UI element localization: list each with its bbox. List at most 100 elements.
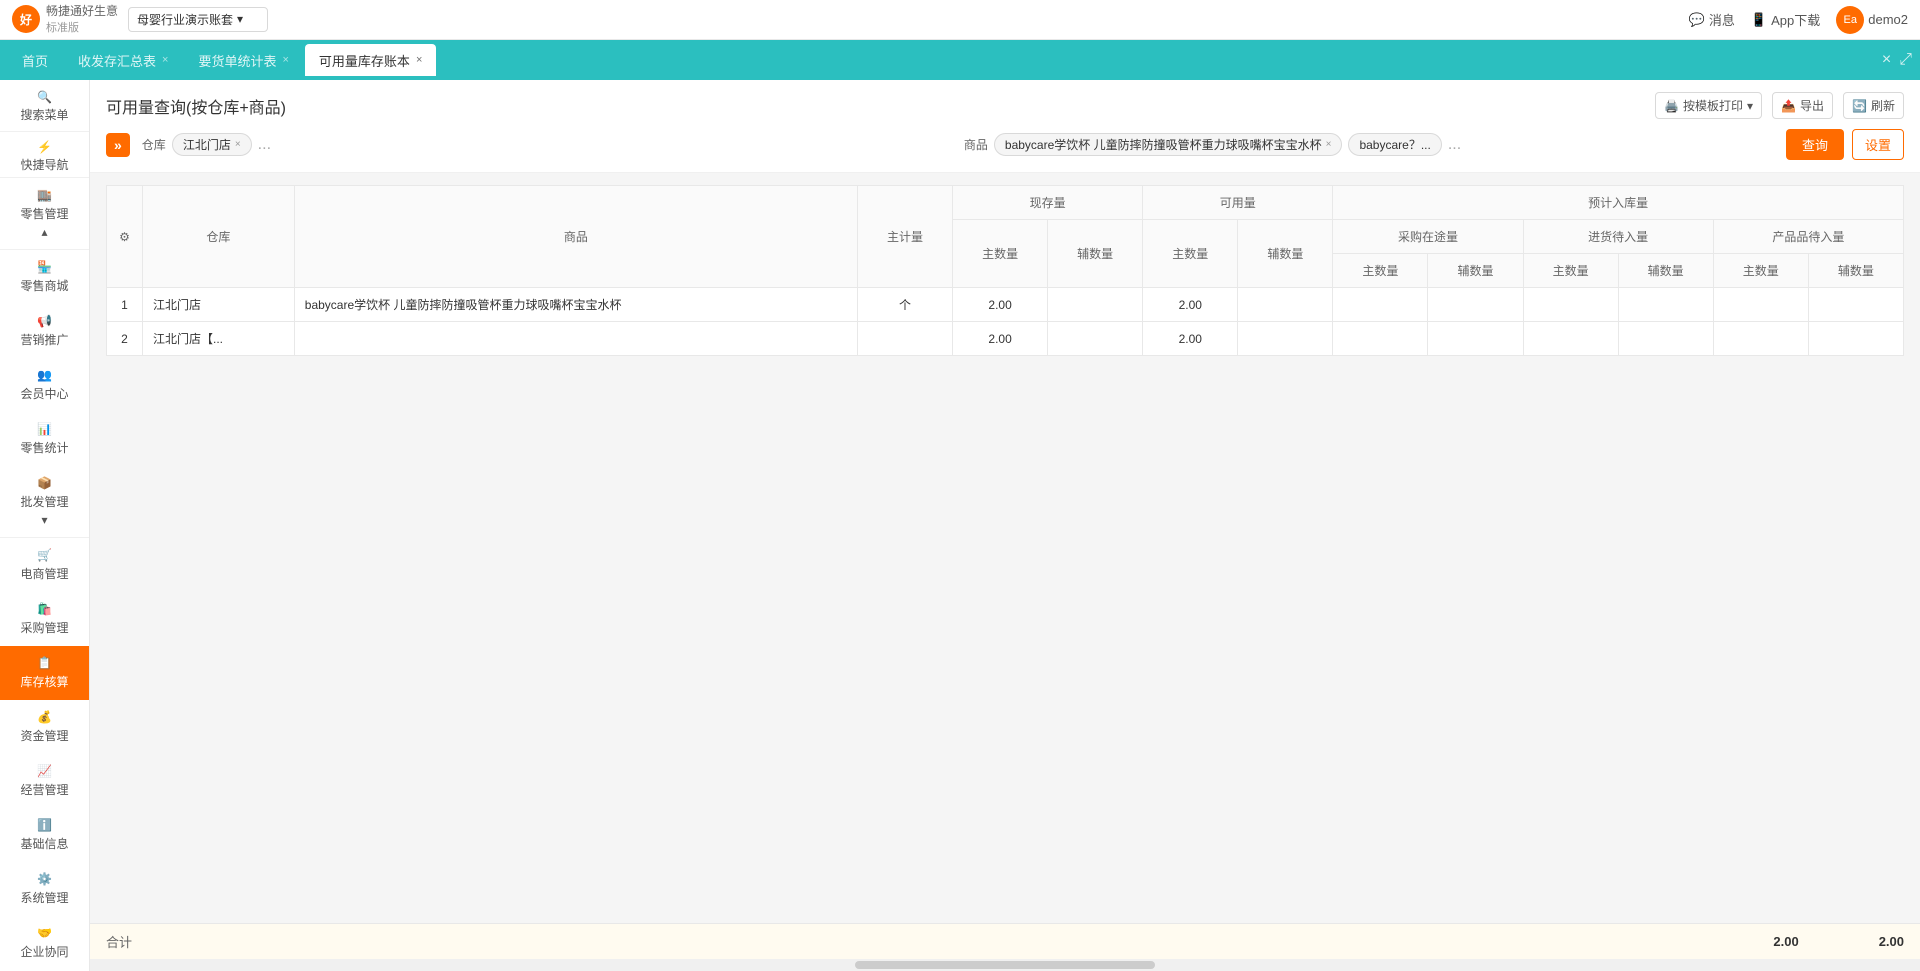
warehouse-tag-jiangbei[interactable]: 江北门店 × — [172, 133, 252, 156]
sidebar-item-retail-mgmt[interactable]: 🏬 零售管理 ▴ — [0, 178, 89, 249]
header-actions: 🖨️ 按模板打印 ▾ 📤 导出 🔄 刷新 — [1655, 92, 1904, 119]
scrollbar-area[interactable] — [90, 959, 1920, 971]
product-tag-babycare2[interactable]: babycare？... — [1348, 133, 1441, 156]
query-btn[interactable]: 查询 — [1786, 129, 1844, 160]
sidebar-enterprise-label: 企业协同 — [20, 943, 68, 960]
page-header: 可用量查询(按仓库+商品) 🖨️ 按模板打印 ▾ 📤 导出 🔄 刷新 — [90, 80, 1920, 119]
tab-home[interactable]: 首页 — [8, 44, 62, 76]
wholesale-icon: 📦 — [37, 476, 52, 490]
row2-current-aux — [1048, 322, 1143, 356]
row2-product — [294, 322, 857, 356]
sidebar-search-btn[interactable]: 🔍 搜索菜单 — [0, 80, 89, 132]
sidebar-item-member[interactable]: 👥 会员中心 — [0, 358, 89, 412]
sidebar-item-inventory[interactable]: 📋 库存核算 — [0, 646, 89, 700]
enterprise-icon: 🤝 — [37, 926, 52, 940]
print-btn[interactable]: 🖨️ 按模板打印 ▾ — [1655, 92, 1762, 119]
sidebar-item-finance[interactable]: 💰 资金管理 — [0, 700, 89, 754]
row1-incoming-aux — [1618, 288, 1713, 322]
sidebar-member-label: 会员中心 — [20, 385, 68, 402]
settings-btn[interactable]: 设置 — [1852, 129, 1904, 160]
row2-production-main — [1713, 322, 1808, 356]
scrollbar-thumb[interactable] — [855, 961, 1155, 969]
sidebar-item-retail-stats[interactable]: 📊 零售统计 — [0, 412, 89, 466]
sidebar-group-wholesale: 📦 批发管理 ▾ — [0, 466, 89, 538]
th-avail-main: 主数量 — [1143, 220, 1238, 288]
sidebar: 🔍 搜索菜单 ⚡ 快捷导航 🏬 零售管理 ▴ 🏪 零售商城 📢 营销推广 👥 会… — [0, 80, 90, 971]
sidebar-item-marketing[interactable]: 📢 营销推广 — [0, 304, 89, 358]
th-warehouse: 仓库 — [143, 186, 295, 288]
sidebar-item-retail-mall[interactable]: 🏪 零售商城 — [0, 250, 89, 304]
sidebar-item-ecommerce[interactable]: 🛒 电商管理 — [0, 538, 89, 592]
tab-order-stats-close[interactable]: × — [282, 54, 288, 66]
finance-icon: 💰 — [37, 710, 52, 724]
product-tag-babycare2-text: babycare？... — [1359, 136, 1430, 153]
tab-receipt-summary-close[interactable]: × — [162, 54, 168, 66]
tab-receipt-summary[interactable]: 收发存汇总表 × — [64, 44, 182, 76]
sidebar-item-enterprise[interactable]: 🤝 企业协同 — [0, 916, 89, 970]
export-btn[interactable]: 📤 导出 — [1772, 92, 1833, 119]
total-avail-main: 2.00 — [1879, 934, 1904, 949]
product-filter-more[interactable]: ... — [1448, 136, 1461, 154]
message-icon: 💬 — [1689, 12, 1705, 28]
warehouse-filter-more[interactable]: ... — [258, 136, 271, 154]
sidebar-wholesale-label: 批发管理 — [20, 493, 68, 510]
product-tag-babycare-close[interactable]: × — [1326, 139, 1332, 150]
filter-actions: 查询 设置 — [1786, 129, 1904, 160]
content-area: 可用量查询(按仓库+商品) 🖨️ 按模板打印 ▾ 📤 导出 🔄 刷新 » — [90, 80, 1920, 971]
sidebar-item-purchase[interactable]: 🛍️ 采购管理 — [0, 592, 89, 646]
th-production-main: 主数量 — [1713, 254, 1808, 288]
inventory-icon: 📋 — [37, 656, 52, 670]
sidebar-item-ops[interactable]: 📈 经营管理 — [0, 754, 89, 808]
tab-fullscreen-btn[interactable]: ⤢ — [1899, 51, 1912, 69]
row1-current-aux — [1048, 288, 1143, 322]
logo-sub-text: 标准版 — [46, 19, 118, 35]
warehouse-filter-group: 仓库 江北门店 × ... — [142, 133, 952, 156]
tab-available-stock-close[interactable]: × — [416, 54, 422, 66]
row2-unit — [857, 322, 952, 356]
sidebar-nav-btn[interactable]: ⚡ 快捷导航 — [0, 132, 89, 178]
account-selector-label: 母婴行业演示账套 — [137, 11, 233, 28]
sidebar-item-system[interactable]: ⚙️ 系统管理 — [0, 862, 89, 916]
logo-text-block: 畅捷通好生意 标准版 — [46, 4, 118, 34]
warehouse-tag-jiangbei-close[interactable]: × — [235, 139, 241, 150]
total-label: 合计 — [106, 932, 246, 951]
tab-available-stock[interactable]: 可用量库存账本 × — [305, 44, 436, 76]
total-current-main: 2.00 — [1773, 934, 1798, 949]
app-download-label: App下载 — [1771, 10, 1820, 29]
export-icon: 📤 — [1781, 99, 1796, 113]
sidebar-purchase-label: 采购管理 — [20, 619, 68, 636]
tab-home-label: 首页 — [22, 51, 48, 70]
th-current-main: 主数量 — [953, 220, 1048, 288]
row1-production-aux — [1808, 288, 1903, 322]
top-bar-right: 💬 消息 📱 App下载 Ea demo2 — [1689, 6, 1908, 34]
product-tag-babycare[interactable]: babycare学饮杯 儿童防摔防撞吸管杯重力球吸嘴杯宝宝水杯 × — [994, 133, 1343, 156]
refresh-btn[interactable]: 🔄 刷新 — [1843, 92, 1904, 119]
print-dropdown-icon: ▾ — [1747, 99, 1753, 113]
sidebar-item-wholesale-mgmt[interactable]: 📦 批发管理 ▾ — [0, 466, 89, 537]
th-incoming: 进货待入量 — [1523, 220, 1713, 254]
tab-order-stats[interactable]: 要货单统计表 × — [184, 44, 302, 76]
tab-bar: 首页 收发存汇总表 × 要货单统计表 × 可用量库存账本 × × ⤢ — [0, 40, 1920, 80]
user-area[interactable]: Ea demo2 — [1836, 6, 1908, 34]
sidebar-item-basic[interactable]: ℹ️ 基础信息 — [0, 808, 89, 862]
tab-close-all-btn[interactable]: × — [1882, 51, 1891, 69]
purchase-icon: 🛍️ — [37, 602, 52, 616]
row2-purchase-aux — [1428, 322, 1523, 356]
tab-available-stock-label: 可用量库存账本 — [319, 51, 410, 70]
sidebar-inventory-label: 库存核算 — [20, 673, 68, 690]
filter-expand-btn[interactable]: » — [106, 133, 130, 157]
product-filter-label: 商品 — [964, 136, 988, 153]
row1-warehouse: 江北门店 — [143, 288, 295, 322]
app-download-btn[interactable]: 📱 App下载 — [1751, 10, 1820, 29]
row2-avail-main: 2.00 — [1143, 322, 1238, 356]
message-btn[interactable]: 💬 消息 — [1689, 10, 1735, 29]
total-bar: 合计 2.00 2.00 — [90, 923, 1920, 959]
account-selector[interactable]: 母婴行业演示账套 ▾ — [128, 7, 268, 32]
sidebar-system-label: 系统管理 — [20, 889, 68, 906]
th-settings[interactable]: ⚙ — [107, 186, 143, 288]
sidebar-basic-label: 基础信息 — [20, 835, 68, 852]
product-filter-group: 商品 babycare学饮杯 儿童防摔防撞吸管杯重力球吸嘴杯宝宝水杯 × bab… — [964, 133, 1774, 156]
username: demo2 — [1868, 12, 1908, 27]
data-table: ⚙ 仓库 商品 主计量 现存量 可用量 预计入库量 主数量 辅数量 主数量 辅数… — [106, 185, 1904, 356]
sidebar-retail-label: 零售管理 — [20, 205, 68, 222]
